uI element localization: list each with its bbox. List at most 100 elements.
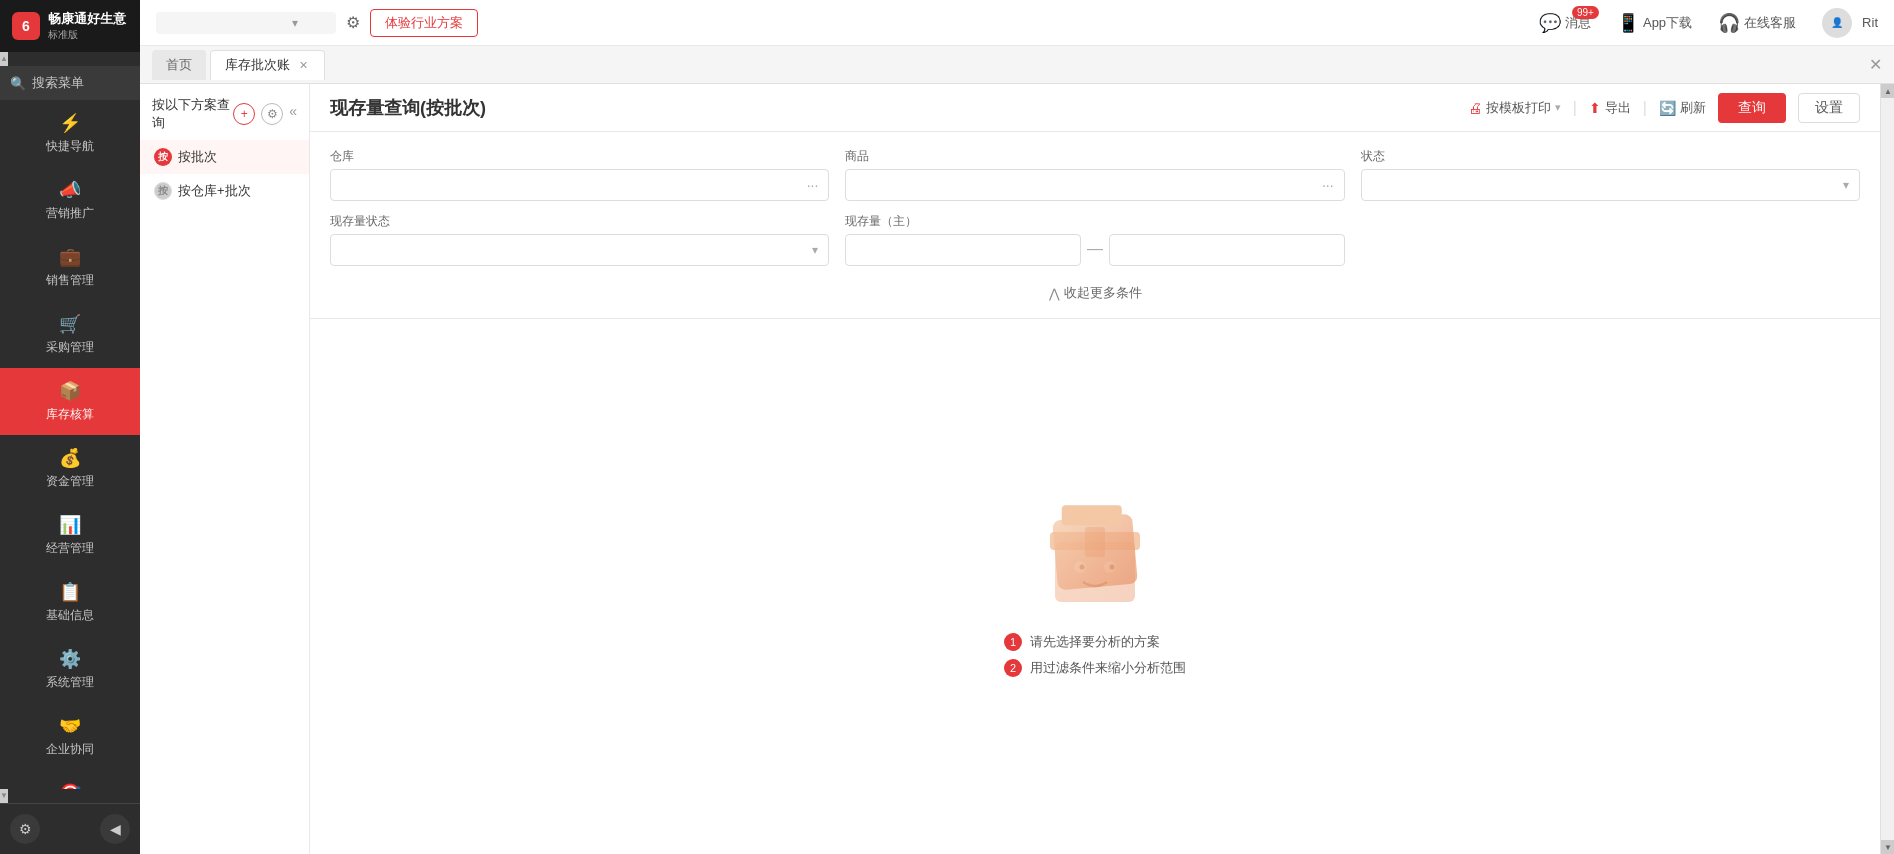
empty-box xyxy=(1052,513,1138,590)
marketing-icon: 📣 xyxy=(59,179,81,201)
print-btn[interactable]: 🖨 按模板打印 ▾ xyxy=(1468,99,1561,117)
print-chevron-icon[interactable]: ▾ xyxy=(1555,101,1561,114)
trial-button[interactable]: 体验行业方案 xyxy=(370,9,478,37)
stock-status-input-box[interactable]: ▾ xyxy=(330,234,829,266)
messages-action[interactable]: 💬 消息 99+ xyxy=(1539,12,1591,34)
stock-status-arrow-icon[interactable]: ▾ xyxy=(812,243,818,257)
sidebar-search[interactable]: 🔍 搜索菜单 xyxy=(0,66,140,100)
scroll-down-handle[interactable]: ▼ xyxy=(1881,840,1894,854)
filter-status: 状态 ▾ xyxy=(1361,148,1860,201)
filter-row-1: 仓库 ··· 商品 ··· xyxy=(330,148,1860,201)
refresh-icon: 🔄 xyxy=(1659,100,1676,116)
status-input[interactable] xyxy=(1372,178,1843,193)
sidebar-item-label: 资金管理 xyxy=(46,473,94,490)
stock-qty-from-input[interactable] xyxy=(856,243,1070,258)
tab-batch[interactable]: 库存批次账 ✕ xyxy=(210,50,325,80)
topbar-search-box[interactable]: ▾ xyxy=(156,12,336,34)
sidebar-item-operations[interactable]: 📊 经营管理 xyxy=(0,502,140,569)
settings-footer-btn[interactable]: ⚙ xyxy=(10,814,40,844)
product-input-box[interactable]: ··· xyxy=(845,169,1344,201)
left-panel-actions: + ⚙ « xyxy=(233,103,297,125)
stock-status-input[interactable] xyxy=(341,243,812,258)
sidebar-item-inventory[interactable]: 📦 库存核算 xyxy=(0,368,140,435)
sidebar-search-label: 搜索菜单 xyxy=(32,74,84,92)
tab-home[interactable]: 首页 xyxy=(152,50,206,80)
status-input-box[interactable]: ▾ xyxy=(1361,169,1860,201)
online-service-action[interactable]: 🎧 在线客服 xyxy=(1718,12,1796,34)
status-arrow-icon[interactable]: ▾ xyxy=(1843,178,1849,192)
app-download-action[interactable]: 📱 App下载 xyxy=(1617,12,1692,34)
collapse-panel-icon[interactable]: « xyxy=(289,103,297,125)
tabbar-close-btn[interactable]: ✕ xyxy=(1869,55,1882,74)
scheme-item-warehouse-batch[interactable]: 按 按仓库+批次 xyxy=(140,174,309,208)
print-label: 按模板打印 xyxy=(1486,99,1551,117)
right-scrollbar: ▲ ▼ xyxy=(1880,84,1894,854)
main-area: ▾ ⚙ 体验行业方案 💬 消息 99+ 📱 App下载 🎧 在线客服 👤 Rit xyxy=(140,0,1894,854)
online-service-icon: 🎧 xyxy=(1718,12,1740,34)
sidebar-item-finance[interactable]: 💰 资金管理 xyxy=(0,435,140,502)
warehouse-dots[interactable]: ··· xyxy=(807,177,819,193)
page-title: 现存量查询(按批次) xyxy=(330,96,486,120)
stock-qty-from-box[interactable] xyxy=(845,234,1081,266)
scheme-label: 按仓库+批次 xyxy=(178,182,251,200)
scheme-dot-secondary: 按 xyxy=(154,182,172,200)
finance-icon: 💰 xyxy=(59,447,81,469)
divider-1: | xyxy=(1573,99,1577,117)
warehouse-input[interactable] xyxy=(341,178,807,193)
scheme-settings-btn[interactable]: ⚙ xyxy=(261,103,283,125)
collapse-sidebar-btn[interactable]: ◀ xyxy=(100,814,130,844)
refresh-label: 刷新 xyxy=(1680,99,1706,117)
scroll-down-btn[interactable]: ▼ xyxy=(0,789,8,803)
app-subtitle: 标准版 xyxy=(48,28,126,42)
tab-batch-label: 库存批次账 xyxy=(225,56,290,74)
warehouse-label: 仓库 xyxy=(330,148,829,165)
topbar-gear-icon[interactable]: ⚙ xyxy=(346,13,360,32)
sidebar-item-label: 基础信息 xyxy=(46,607,94,624)
stock-qty-to-input[interactable] xyxy=(1120,243,1334,258)
sidebar-item-sales[interactable]: 💼 销售管理 xyxy=(0,234,140,301)
export-btn[interactable]: ⬆ 导出 xyxy=(1589,99,1631,117)
filter-collapse-btn[interactable]: ⋀ 收起更多条件 xyxy=(330,278,1860,308)
sidebar-item-purchase[interactable]: 🛒 采购管理 xyxy=(0,301,140,368)
sidebar-item-guide[interactable]: 🎯 新手引导 xyxy=(0,770,140,789)
query-button[interactable]: 查询 xyxy=(1718,93,1786,123)
filter-warehouse: 仓库 ··· xyxy=(330,148,829,201)
scroll-up-btn[interactable]: ▲ xyxy=(0,52,8,66)
tab-home-label: 首页 xyxy=(166,56,192,74)
sidebar-item-label: 快捷导航 xyxy=(46,138,94,155)
empty-state: 1 请先选择要分析的方案 2 用过滤条件来缩小分析范围 xyxy=(310,319,1880,854)
scheme-item-batch[interactable]: 按 按批次 xyxy=(140,140,309,174)
settings-button[interactable]: 设置 xyxy=(1798,93,1860,123)
scroll-up-handle[interactable]: ▲ xyxy=(1881,84,1894,98)
empty-illustration xyxy=(1035,497,1155,617)
empty-steps: 1 请先选择要分析的方案 2 用过滤条件来缩小分析范围 xyxy=(1004,633,1186,677)
tab-close-icon[interactable]: ✕ xyxy=(296,58,310,72)
topbar-search-input[interactable] xyxy=(166,16,286,30)
sidebar-item-system[interactable]: ⚙️ 系统管理 xyxy=(0,636,140,703)
product-input[interactable] xyxy=(856,178,1322,193)
basic-icon: 📋 xyxy=(59,581,81,603)
sidebar-item-label: 经营管理 xyxy=(46,540,94,557)
sidebar-item-label: 营销推广 xyxy=(46,205,94,222)
search-chevron-icon[interactable]: ▾ xyxy=(292,16,298,30)
add-scheme-btn[interactable]: + xyxy=(233,103,255,125)
stock-qty-to-box[interactable] xyxy=(1109,234,1345,266)
avatar[interactable]: 👤 xyxy=(1822,8,1852,38)
step-num-2: 2 xyxy=(1004,659,1022,677)
page-header-actions: 🖨 按模板打印 ▾ | ⬆ 导出 | 🔄 刷新 查询 设置 xyxy=(1468,93,1860,123)
search-icon: 🔍 xyxy=(10,76,26,91)
product-dots[interactable]: ··· xyxy=(1322,177,1334,193)
username[interactable]: Rit xyxy=(1862,15,1878,30)
filter-row-2: 现存量状态 ▾ 现存量（主） — xyxy=(330,213,1860,266)
refresh-btn[interactable]: 🔄 刷新 xyxy=(1659,99,1706,117)
sidebar-item-quicknav[interactable]: ⚡ 快捷导航 xyxy=(0,100,140,167)
filter-product: 商品 ··· xyxy=(845,148,1344,201)
warehouse-input-box[interactable]: ··· xyxy=(330,169,829,201)
sidebar-item-enterprise[interactable]: 🤝 企业协同 xyxy=(0,703,140,770)
divider-2: | xyxy=(1643,99,1647,117)
right-main: 现存量查询(按批次) 🖨 按模板打印 ▾ | ⬆ 导出 | 🔄 xyxy=(310,84,1880,854)
sidebar-item-basic[interactable]: 📋 基础信息 xyxy=(0,569,140,636)
stock-qty-label: 现存量（主） xyxy=(845,213,1344,230)
sidebar-item-marketing[interactable]: 📣 营销推广 xyxy=(0,167,140,234)
left-panel: 按以下方案查询 + ⚙ « 按 按批次 按 按仓库+批次 xyxy=(140,84,310,854)
